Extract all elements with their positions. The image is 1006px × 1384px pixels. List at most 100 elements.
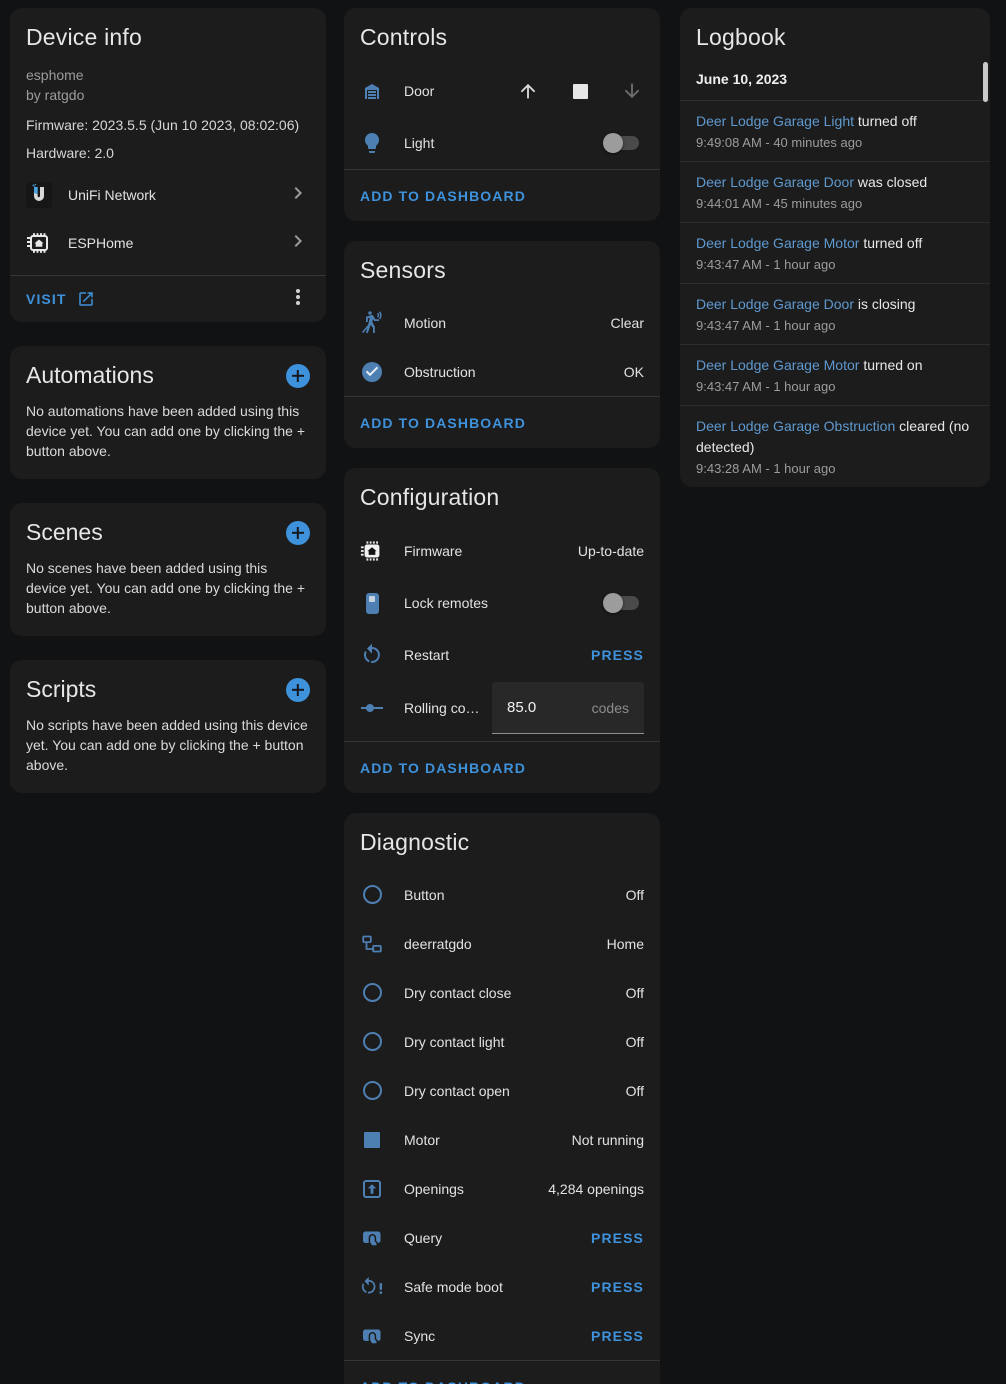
logbook-card: Logbook June 10, 2023 Deer Lodge Garage … xyxy=(680,8,990,487)
firmware-label: Firmware xyxy=(404,543,463,559)
door-open-button[interactable] xyxy=(516,79,540,103)
rolling-code-unit: codes xyxy=(591,699,629,716)
automations-title: Automations xyxy=(26,362,154,388)
config-row-restart[interactable]: Restart PRESS xyxy=(344,629,660,681)
device-byline: by ratgdo xyxy=(26,87,85,103)
scenes-title: Scenes xyxy=(26,519,103,545)
motion-state: Clear xyxy=(610,314,644,331)
lightbulb-icon xyxy=(360,131,384,155)
logbook-date: June 10, 2023 xyxy=(696,71,788,87)
add-automation-button[interactable] xyxy=(286,363,310,388)
diag-state: Home xyxy=(606,935,644,952)
diag-row-dry-contact-close[interactable]: Dry contact close Off xyxy=(344,968,660,1017)
obstruction-state: OK xyxy=(623,363,644,380)
unifi-icon xyxy=(26,182,52,208)
diag-row-button[interactable]: Button Off xyxy=(344,870,660,919)
sensor-row-obstruction[interactable]: Obstruction OK xyxy=(344,347,660,396)
circle-outline-icon xyxy=(360,1079,384,1103)
entry-action: turned off xyxy=(863,235,923,251)
config-row-lock-remotes[interactable]: Lock remotes xyxy=(344,577,660,629)
rolling-code-input[interactable]: 85.0 codes xyxy=(492,682,644,734)
restart-icon xyxy=(360,643,384,667)
device-name: esphome xyxy=(26,67,84,83)
add-script-button[interactable] xyxy=(286,677,310,702)
add-to-dashboard-button[interactable]: ADD TO DASHBOARD xyxy=(360,760,526,776)
visit-label: VISIT xyxy=(26,291,67,307)
diag-state: Not running xyxy=(571,1131,644,1148)
controls-card: Controls Door Light ADD TO DASHBOARD xyxy=(344,8,660,221)
gesture-tap-icon xyxy=(360,1226,384,1250)
firmware-line: Firmware: 2023.5.5 (Jun 10 2023, 08:02:0… xyxy=(26,117,300,133)
logbook-scrollbar[interactable] xyxy=(983,62,988,102)
integration-row-unifi[interactable]: UniFi Network xyxy=(10,171,326,219)
open-in-new-icon xyxy=(78,292,93,306)
scripts-empty-text: No scripts have been added using this de… xyxy=(26,717,308,773)
control-row-door[interactable]: Door xyxy=(344,65,660,117)
diag-state: Off xyxy=(625,984,644,1001)
arrow-up-box-icon xyxy=(360,1177,384,1201)
diag-label: Button xyxy=(404,886,445,903)
add-to-dashboard-button[interactable]: ADD TO DASHBOARD xyxy=(360,188,526,204)
door-stop-button[interactable] xyxy=(568,79,592,103)
diag-row-dry-contact-light[interactable]: Dry contact light Off xyxy=(344,1017,660,1066)
sensors-title: Sensors xyxy=(360,257,446,283)
diag-state: Off xyxy=(625,886,644,903)
query-press-button[interactable]: PRESS xyxy=(591,1230,644,1246)
restart-alert-icon xyxy=(360,1275,384,1299)
safe-mode-boot-press-button[interactable]: PRESS xyxy=(591,1279,644,1295)
sensors-card: Sensors Motion Clear Obstruction OK ADD … xyxy=(344,241,660,448)
diag-state: Off xyxy=(625,1082,644,1099)
sync-press-button[interactable]: PRESS xyxy=(591,1328,644,1344)
obstruction-label: Obstruction xyxy=(404,363,476,380)
entity-link[interactable]: Deer Lodge Garage Motor xyxy=(696,235,859,251)
motion-sensor-icon xyxy=(360,310,384,335)
diag-label: Dry contact open xyxy=(404,1082,510,1099)
gesture-tap-icon xyxy=(360,1324,384,1348)
scripts-title: Scripts xyxy=(26,676,97,702)
entity-link[interactable]: Deer Lodge Garage Door xyxy=(696,296,854,312)
diag-row-dry-contact-open[interactable]: Dry contact open Off xyxy=(344,1066,660,1115)
diag-row-safe-mode-boot[interactable]: Safe mode boot PRESS xyxy=(344,1262,660,1311)
diag-row-query[interactable]: Query PRESS xyxy=(344,1213,660,1262)
add-to-dashboard-button[interactable]: ADD TO DASHBOARD xyxy=(360,415,526,431)
circle-outline-icon xyxy=(360,1030,384,1054)
motion-label: Motion xyxy=(404,314,447,331)
lock-remotes-toggle[interactable] xyxy=(603,593,639,613)
control-row-light[interactable]: Light xyxy=(344,117,660,169)
config-row-firmware[interactable]: Firmware Up-to-date xyxy=(344,525,660,577)
diag-state: Off xyxy=(625,1033,644,1050)
arrow-down-icon xyxy=(624,83,640,99)
add-to-dashboard-button[interactable]: ADD TO DASHBOARD xyxy=(360,1379,526,1384)
logbook-entry: Deer Lodge Garage Door is closing 9:43:4… xyxy=(680,283,990,344)
diag-row-motor[interactable]: Motor Not running xyxy=(344,1115,660,1164)
chip-icon xyxy=(360,539,384,563)
entity-link[interactable]: Deer Lodge Garage Obstruction xyxy=(696,418,895,434)
visit-button[interactable]: VISIT xyxy=(26,290,95,308)
add-scene-button[interactable] xyxy=(286,520,310,545)
integration-row-esphome[interactable]: ESPHome xyxy=(10,219,326,267)
restart-press-button[interactable]: PRESS xyxy=(591,647,644,663)
door-close-button[interactable] xyxy=(620,79,644,103)
diag-row-sync[interactable]: Sync PRESS xyxy=(344,1311,660,1360)
entity-link[interactable]: Deer Lodge Garage Door xyxy=(696,174,854,190)
diag-label: Query xyxy=(404,1229,443,1246)
config-row-rolling-code[interactable]: Rolling co… 85.0 codes xyxy=(344,681,660,741)
chevron-right-icon xyxy=(286,229,310,258)
entity-link[interactable]: Deer Lodge Garage Motor xyxy=(696,357,859,373)
entry-time: 9:43:47 AM - 1 hour ago xyxy=(696,257,836,272)
entity-link[interactable]: Deer Lodge Garage Light xyxy=(696,113,854,129)
sensor-row-motion[interactable]: Motion Clear xyxy=(344,298,660,347)
diag-row-openings[interactable]: Openings 4,284 openings xyxy=(344,1164,660,1213)
garage-icon xyxy=(360,79,384,103)
diag-row-deerratgdo[interactable]: deerratgdo Home xyxy=(344,919,660,968)
esphome-icon xyxy=(26,230,52,256)
overflow-menu-button[interactable] xyxy=(286,285,310,314)
scenes-card: Scenes No scenes have been added using t… xyxy=(10,503,326,636)
entry-action: turned off xyxy=(857,113,917,129)
light-toggle[interactable] xyxy=(603,133,639,153)
configuration-card: Configuration Firmware Up-to-date Lock r… xyxy=(344,468,660,793)
circle-outline-icon xyxy=(360,883,384,907)
ray-vertex-icon xyxy=(360,696,384,720)
controls-title: Controls xyxy=(360,24,448,50)
integration-label: ESPHome xyxy=(68,235,134,251)
